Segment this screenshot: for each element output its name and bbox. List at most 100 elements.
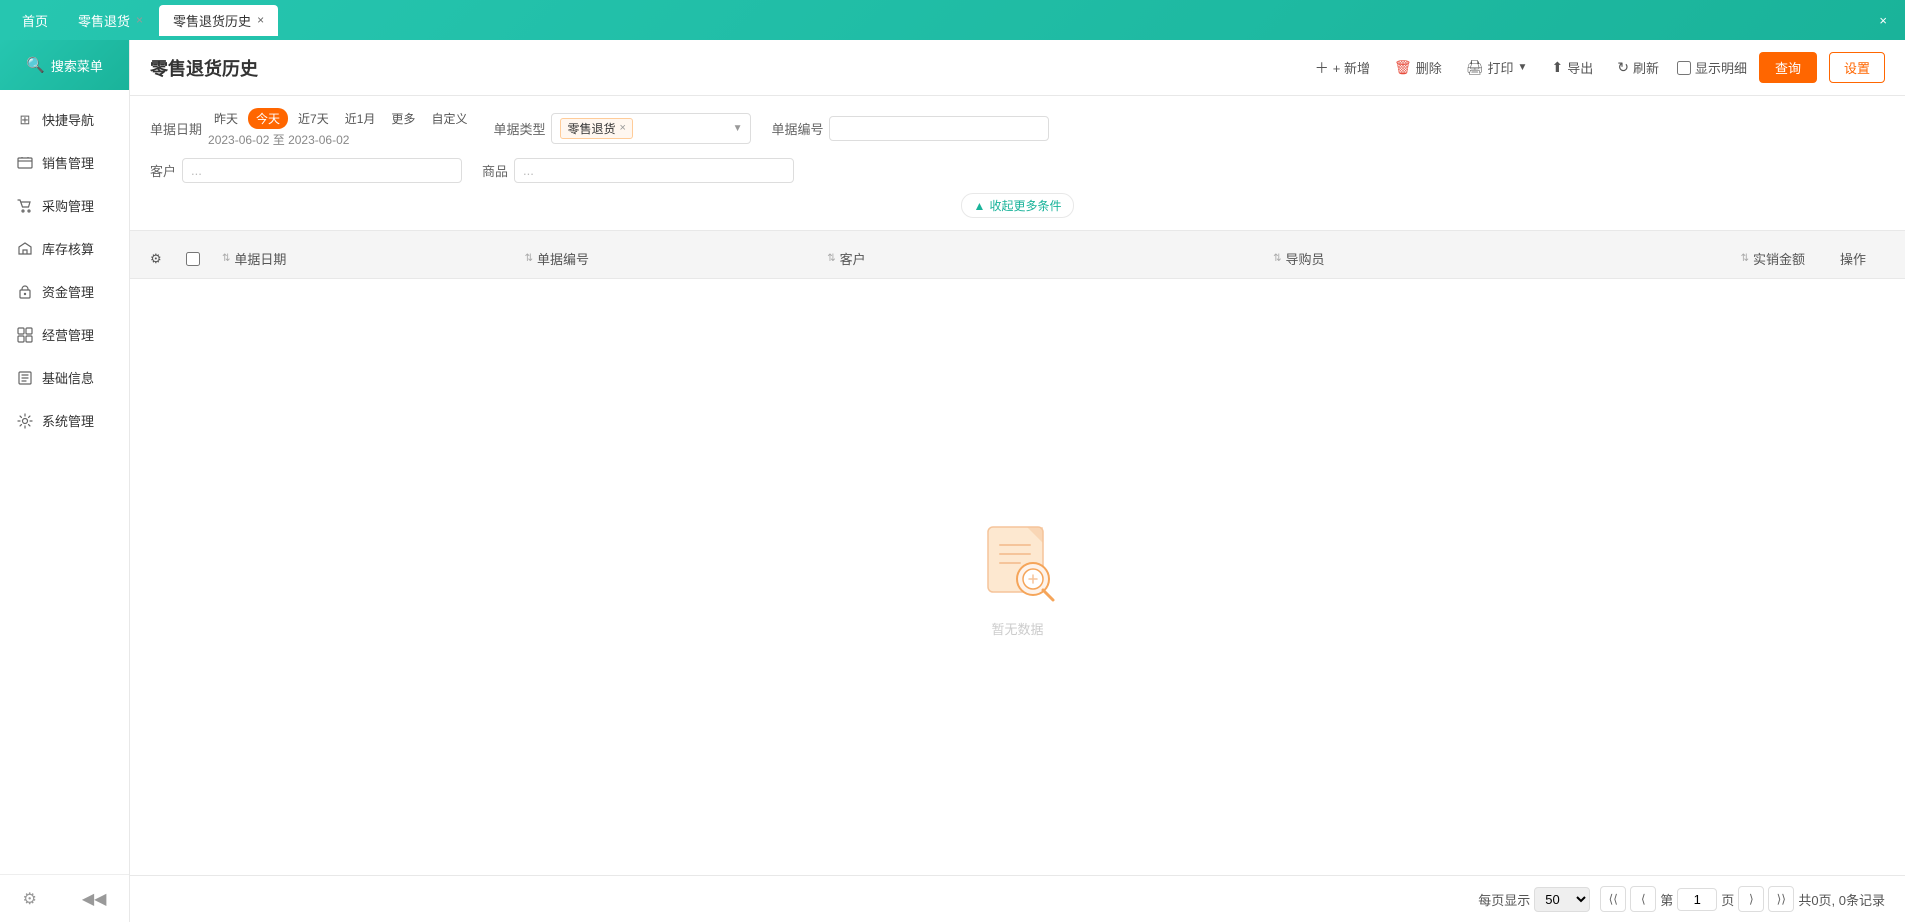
sidebar-nav: ⊞ 快捷导航 销售管理 采购管理 库存核算 [0, 90, 129, 874]
sidebar-item-basic-info[interactable]: 基础信息 [0, 356, 129, 399]
sidebar-item-operations[interactable]: 经营管理 [0, 313, 129, 356]
collapse-button[interactable]: ▲ 收起更多条件 [961, 193, 1075, 218]
date-shortcut-custom[interactable]: 自定义 [425, 108, 473, 129]
tab-retail-return-history-close[interactable]: × [257, 13, 264, 27]
table-col-amount[interactable]: ⇅ 实销金额 [1568, 249, 1813, 268]
doc-num-filter: 单据编号 [771, 116, 1049, 141]
sidebar-item-finance[interactable]: 资金管理 [0, 270, 129, 313]
customer-filter: 客户 [150, 158, 462, 183]
delete-button[interactable]: 🗑 删除 [1388, 54, 1448, 81]
per-page-dropdown[interactable]: 50 100 200 [1534, 887, 1590, 912]
tab-bar: 首页 零售退货 × 零售退货历史 × [8, 5, 1869, 36]
sidebar-item-operations-label: 经营管理 [42, 325, 94, 344]
col-guide-sort-icon: ⇅ [1273, 253, 1281, 264]
toolbar: ＋ + 新增 🗑 删除 🖨 打印 ▼ ⬆ 导出 ↻ [1309, 52, 1885, 83]
table-col-guide[interactable]: ⇅ 导购员 [1265, 249, 1568, 268]
sidebar-item-inventory-label: 库存核算 [42, 239, 94, 258]
tab-retail-return-close[interactable]: × [136, 13, 143, 27]
audio-icon[interactable]: ◀◀ [82, 889, 107, 909]
display-toggle[interactable]: 显示明细 [1677, 58, 1747, 77]
page-nav: ⟨⟨ ⟨ 第 页 ⟩ ⟩⟩ 共0页, 0条记录 [1600, 886, 1885, 912]
doc-num-input[interactable] [829, 116, 1049, 141]
page-first-button[interactable]: ⟨⟨ [1600, 886, 1626, 912]
table-col-op: 操作 [1813, 249, 1893, 268]
date-shortcut-yesterday[interactable]: 昨天 [208, 108, 244, 129]
col-op-label: 操作 [1840, 249, 1866, 268]
basic-info-icon [16, 369, 34, 387]
table-col-num[interactable]: ⇅ 单据编号 [517, 249, 820, 268]
col-num-sort-icon: ⇅ [525, 253, 533, 264]
sidebar-item-sales-mgmt-label: 销售管理 [42, 153, 94, 172]
page-title: 零售退货历史 [150, 55, 258, 81]
tab-retail-return[interactable]: 零售退货 × [64, 5, 157, 36]
doc-type-dropdown-icon: ▼ [733, 123, 743, 134]
tab-retail-return-history[interactable]: 零售退货历史 × [159, 5, 278, 36]
page-next-button[interactable]: ⟩ [1738, 886, 1764, 912]
date-shortcut-more[interactable]: 更多 [385, 108, 421, 129]
quick-nav-icon: ⊞ [16, 111, 34, 129]
operations-icon [16, 326, 34, 344]
sidebar-bottom: ⚙ ◀◀ [0, 874, 129, 922]
date-shortcut-7days[interactable]: 近7天 [292, 108, 335, 129]
window-close-button[interactable]: × [1869, 7, 1897, 34]
goods-filter: 商品 [482, 158, 794, 183]
pagination-bar: 每页显示 50 100 200 ⟨⟨ ⟨ 第 页 ⟩ ⟩⟩ 共0页, 0条记录 [130, 875, 1905, 922]
table-check-all[interactable] [178, 252, 214, 266]
page-last-button[interactable]: ⟩⟩ [1768, 886, 1794, 912]
sidebar-item-finance-label: 资金管理 [42, 282, 94, 301]
sidebar-item-purchase-mgmt[interactable]: 采购管理 [0, 184, 129, 227]
refresh-button[interactable]: ↻ 刷新 [1611, 54, 1665, 81]
sidebar-item-inventory[interactable]: 库存核算 [0, 227, 129, 270]
filter-row-1: 单据日期 昨天 今天 近7天 近1月 更多 自定义 2023-06-02 至 2… [150, 108, 1885, 148]
doc-type-tag-remove[interactable]: × [619, 122, 625, 134]
inventory-icon [16, 240, 34, 258]
page-size-select: 每页显示 50 100 200 [1478, 887, 1590, 912]
col-date-label: 单据日期 [234, 249, 286, 268]
export-button[interactable]: ⬆ 导出 [1545, 54, 1599, 81]
display-toggle-checkbox[interactable] [1677, 61, 1691, 75]
table-col-date[interactable]: ⇅ 单据日期 [214, 249, 517, 268]
goods-input[interactable] [514, 158, 794, 183]
tab-retail-return-history-label: 零售退货历史 [173, 11, 251, 30]
print-button[interactable]: 🖨 打印 ▼ [1460, 54, 1534, 81]
total-text: 共0页, 0条记录 [1798, 890, 1885, 909]
new-button[interactable]: ＋ + 新增 [1309, 54, 1376, 82]
delete-icon: 🗑 [1394, 59, 1412, 76]
table-settings-icon: ⚙ [150, 251, 162, 267]
doc-type-select[interactable]: 零售退货 × ▼ [551, 113, 751, 144]
per-page-label: 每页显示 [1478, 890, 1530, 909]
table-col-customer[interactable]: ⇅ 客户 [819, 249, 1265, 268]
page-header: 零售退货历史 ＋ + 新增 🗑 删除 🖨 打印 ▼ ⬆ 导出 [130, 40, 1905, 96]
tab-home[interactable]: 首页 [8, 5, 62, 36]
doc-num-label: 单据编号 [771, 119, 823, 138]
customer-input[interactable] [182, 158, 462, 183]
print-dropdown-icon: ▼ [1518, 62, 1528, 73]
doc-type-tag-text: 零售退货 [567, 120, 615, 137]
sales-mgmt-icon [16, 154, 34, 172]
sidebar-item-system[interactable]: 系统管理 [0, 399, 129, 442]
tab-retail-return-label: 零售退货 [78, 11, 130, 30]
setting-button[interactable]: 设置 [1829, 52, 1885, 83]
col-guide-label: 导购员 [1286, 249, 1325, 268]
sidebar-item-quick-nav-label: 快捷导航 [42, 110, 94, 129]
table-settings[interactable]: ⚙ [142, 251, 178, 267]
check-all-checkbox[interactable] [186, 252, 200, 266]
sidebar: 🔍 搜索菜单 ⊞ 快捷导航 销售管理 采购管理 [0, 40, 130, 922]
sidebar-search[interactable]: 🔍 搜索菜单 [0, 40, 129, 90]
date-shortcut-today[interactable]: 今天 [248, 108, 288, 129]
query-button[interactable]: 查询 [1759, 52, 1817, 83]
sidebar-item-sales-mgmt[interactable]: 销售管理 [0, 141, 129, 184]
page-number-input[interactable] [1677, 888, 1717, 911]
col-customer-label: 客户 [840, 249, 866, 268]
search-icon: 🔍 [26, 56, 45, 74]
settings-gear-icon[interactable]: ⚙ [23, 889, 37, 909]
page-prev-button[interactable]: ⟨ [1630, 886, 1656, 912]
empty-text: 暂无数据 [991, 619, 1043, 638]
date-shortcut-1month[interactable]: 近1月 [339, 108, 382, 129]
date-label: 单据日期 [150, 119, 202, 138]
date-range-display: 2023-06-02 至 2023-06-02 [208, 131, 473, 148]
display-toggle-label: 显示明细 [1695, 58, 1747, 77]
sidebar-item-quick-nav[interactable]: ⊞ 快捷导航 [0, 98, 129, 141]
sidebar-item-system-label: 系统管理 [42, 411, 94, 430]
system-icon [16, 412, 34, 430]
